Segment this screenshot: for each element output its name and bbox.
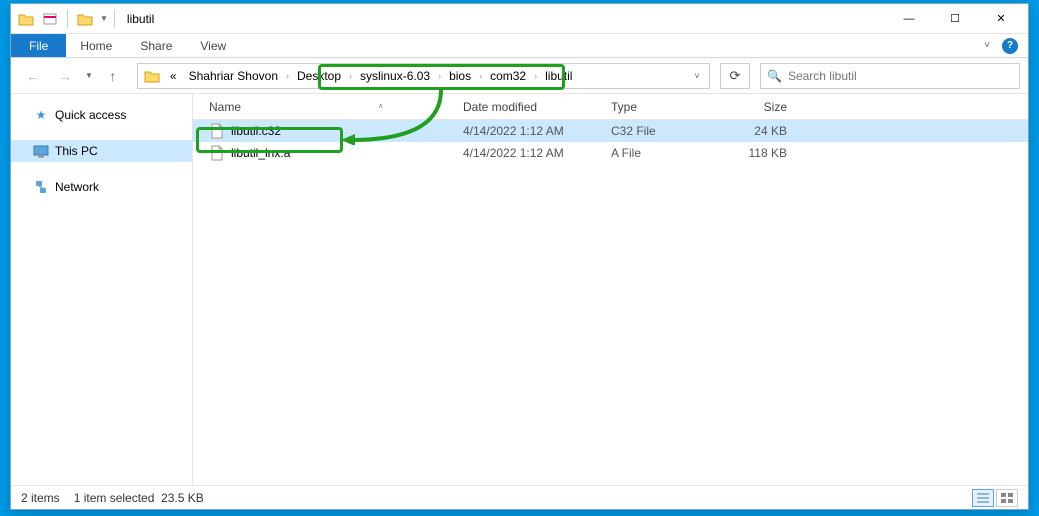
star-icon: ★	[33, 107, 49, 123]
search-input[interactable]	[788, 69, 1013, 83]
file-list: libutil.c32 4/14/2022 1:12 AM C32 File 2…	[193, 120, 1028, 485]
tab-share[interactable]: Share	[126, 34, 186, 57]
body: ★ Quick access This PC Network N	[11, 94, 1028, 485]
close-button[interactable]: ✕	[978, 4, 1024, 34]
search-box[interactable]: 🔍	[760, 63, 1020, 89]
window-controls: — ☐ ✕	[886, 4, 1024, 34]
up-button[interactable]: ↑	[99, 62, 127, 90]
file-date: 4/14/2022 1:12 AM	[453, 146, 601, 160]
quick-access-toolbar: ▼	[15, 8, 119, 30]
crumb-4[interactable]: com32	[484, 64, 532, 88]
col-type[interactable]: Type	[601, 100, 717, 114]
crumb-2[interactable]: syslinux-6.03	[354, 64, 436, 88]
qat-divider2	[114, 10, 115, 28]
ribbon-collapse: ˅ ?	[974, 34, 1028, 57]
chevron-right-icon[interactable]: ›	[347, 71, 354, 81]
address-folder-icon	[142, 66, 162, 86]
file-icon	[209, 123, 225, 139]
sidebar-item-this-pc[interactable]: This PC	[11, 140, 192, 162]
sidebar: ★ Quick access This PC Network	[11, 94, 193, 485]
col-size[interactable]: Size	[717, 100, 797, 114]
large-icons-view-button[interactable]	[996, 489, 1018, 507]
file-type: C32 File	[601, 124, 717, 138]
sidebar-item-quick-access[interactable]: ★ Quick access	[11, 104, 192, 126]
tab-home[interactable]: Home	[66, 34, 126, 57]
crumb-prefix[interactable]: «	[164, 64, 183, 88]
file-name: libutil.c32	[231, 124, 281, 138]
chevron-right-icon[interactable]: ›	[532, 71, 539, 81]
explorer-window: ▼ libutil — ☐ ✕ File Home Share View ˅ ?…	[10, 3, 1029, 510]
collapse-icon[interactable]: ˅	[984, 40, 990, 51]
back-button[interactable]: ←	[19, 62, 47, 90]
file-tab[interactable]: File	[11, 34, 66, 57]
properties-icon[interactable]	[39, 8, 61, 30]
tab-view[interactable]: View	[186, 34, 240, 57]
crumb-5[interactable]: libutil	[539, 64, 578, 88]
crumb-0[interactable]: Shahriar Shovon	[183, 64, 284, 88]
column-headers: Name ˄ Date modified Type Size	[193, 94, 1028, 120]
view-switcher	[972, 489, 1018, 507]
status-selection: 1 item selected 23.5 KB	[74, 491, 204, 505]
window-title: libutil	[127, 12, 154, 26]
col-name[interactable]: Name ˄	[193, 100, 453, 114]
file-row[interactable]: libutil.c32 4/14/2022 1:12 AM C32 File 2…	[193, 120, 1028, 142]
file-date: 4/14/2022 1:12 AM	[453, 124, 601, 138]
help-icon[interactable]: ?	[1002, 38, 1018, 54]
forward-button[interactable]: →	[51, 62, 79, 90]
pc-icon	[33, 143, 49, 159]
ribbon: File Home Share View ˅ ?	[11, 34, 1028, 58]
crumb-3[interactable]: bios	[443, 64, 477, 88]
file-size: 24 KB	[717, 124, 797, 138]
chevron-right-icon[interactable]: ›	[477, 71, 484, 81]
statusbar: 2 items 1 item selected 23.5 KB	[11, 485, 1028, 509]
qat-divider	[67, 10, 68, 28]
chevron-right-icon[interactable]: ›	[284, 71, 291, 81]
sidebar-item-network[interactable]: Network	[11, 176, 192, 198]
file-row[interactable]: libutil_lnx.a 4/14/2022 1:12 AM A File 1…	[193, 142, 1028, 164]
file-size: 118 KB	[717, 146, 797, 160]
search-icon: 🔍	[767, 69, 782, 83]
file-icon	[209, 145, 225, 161]
folder-small-icon[interactable]	[74, 8, 96, 30]
file-name: libutil_lnx.a	[231, 146, 290, 160]
sort-indicator-icon: ˄	[378, 102, 383, 111]
sidebar-item-label: This PC	[55, 144, 98, 158]
file-type: A File	[601, 146, 717, 160]
network-icon	[33, 179, 49, 195]
col-date[interactable]: Date modified	[453, 100, 601, 114]
address-dropdown-icon[interactable]: ˅	[687, 71, 707, 81]
maximize-button[interactable]: ☐	[932, 4, 978, 34]
details-view-button[interactable]	[972, 489, 994, 507]
titlebar: ▼ libutil — ☐ ✕	[11, 4, 1028, 34]
chevron-right-icon[interactable]: ›	[436, 71, 443, 81]
crumb-1[interactable]: Desktop	[291, 64, 347, 88]
app-icon	[15, 8, 37, 30]
file-pane: Name ˄ Date modified Type Size libutil.c…	[193, 94, 1028, 485]
address-bar[interactable]: « Shahriar Shovon › Desktop › syslinux-6…	[137, 63, 710, 89]
refresh-button[interactable]: ⟳	[720, 63, 750, 89]
sidebar-item-label: Quick access	[55, 108, 126, 122]
minimize-button[interactable]: —	[886, 4, 932, 34]
history-dropdown-icon[interactable]: ▼	[85, 71, 93, 80]
refresh-icon: ⟳	[730, 68, 741, 84]
qat-dropdown-icon[interactable]: ▼	[100, 14, 108, 23]
nav-row: ← → ▼ ↑ « Shahriar Shovon › Desktop › sy…	[11, 58, 1028, 94]
sidebar-item-label: Network	[55, 180, 99, 194]
status-count: 2 items	[21, 491, 60, 505]
